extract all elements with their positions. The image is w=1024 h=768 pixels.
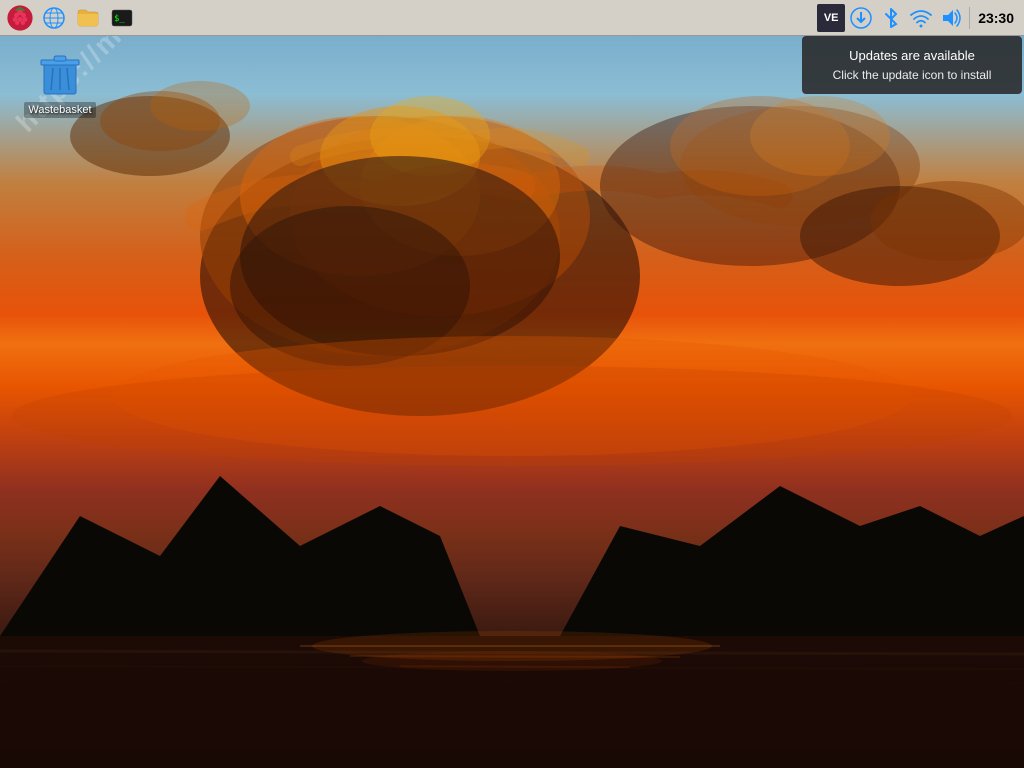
folder-icon — [76, 6, 100, 30]
browser-button[interactable] — [38, 4, 70, 32]
wastebasket-image — [36, 50, 84, 98]
bluetooth-icon[interactable] — [877, 4, 905, 32]
wifi-icon[interactable] — [907, 4, 935, 32]
taskbar: $_ VE — [0, 0, 1024, 36]
taskbar-left: $_ — [0, 0, 142, 35]
update-notification[interactable]: Updates are available Click the update i… — [802, 36, 1022, 94]
terminal-icon: $_ — [110, 6, 134, 30]
globe-icon — [42, 6, 66, 30]
trash-icon — [38, 50, 82, 98]
rpi-icon — [6, 4, 34, 32]
update-notification-line1: Updates are available — [816, 46, 1008, 66]
system-tray: VE — [811, 0, 1024, 35]
ve-icon[interactable]: VE — [817, 4, 845, 32]
tray-separator — [969, 7, 970, 29]
rpi-menu-button[interactable] — [4, 4, 36, 32]
svg-text:$_: $_ — [114, 14, 125, 24]
files-button[interactable] — [72, 4, 104, 32]
wastebasket-icon[interactable]: Wastebasket — [20, 50, 100, 118]
volume-symbol — [940, 7, 962, 29]
download-icon — [850, 7, 872, 29]
desktop-background: https://microdigisoft.com - 23:33 — [0, 36, 1024, 768]
bluetooth-symbol — [882, 7, 900, 29]
volume-icon[interactable] — [937, 4, 965, 32]
terminal-button[interactable]: $_ — [106, 4, 138, 32]
updater-icon[interactable] — [847, 4, 875, 32]
wifi-symbol — [910, 8, 932, 28]
clock-display: 23:30 — [974, 10, 1018, 26]
update-notification-line2: Click the update icon to install — [816, 66, 1008, 84]
scene-overlay — [0, 36, 1024, 768]
wastebasket-label: Wastebasket — [24, 102, 95, 118]
